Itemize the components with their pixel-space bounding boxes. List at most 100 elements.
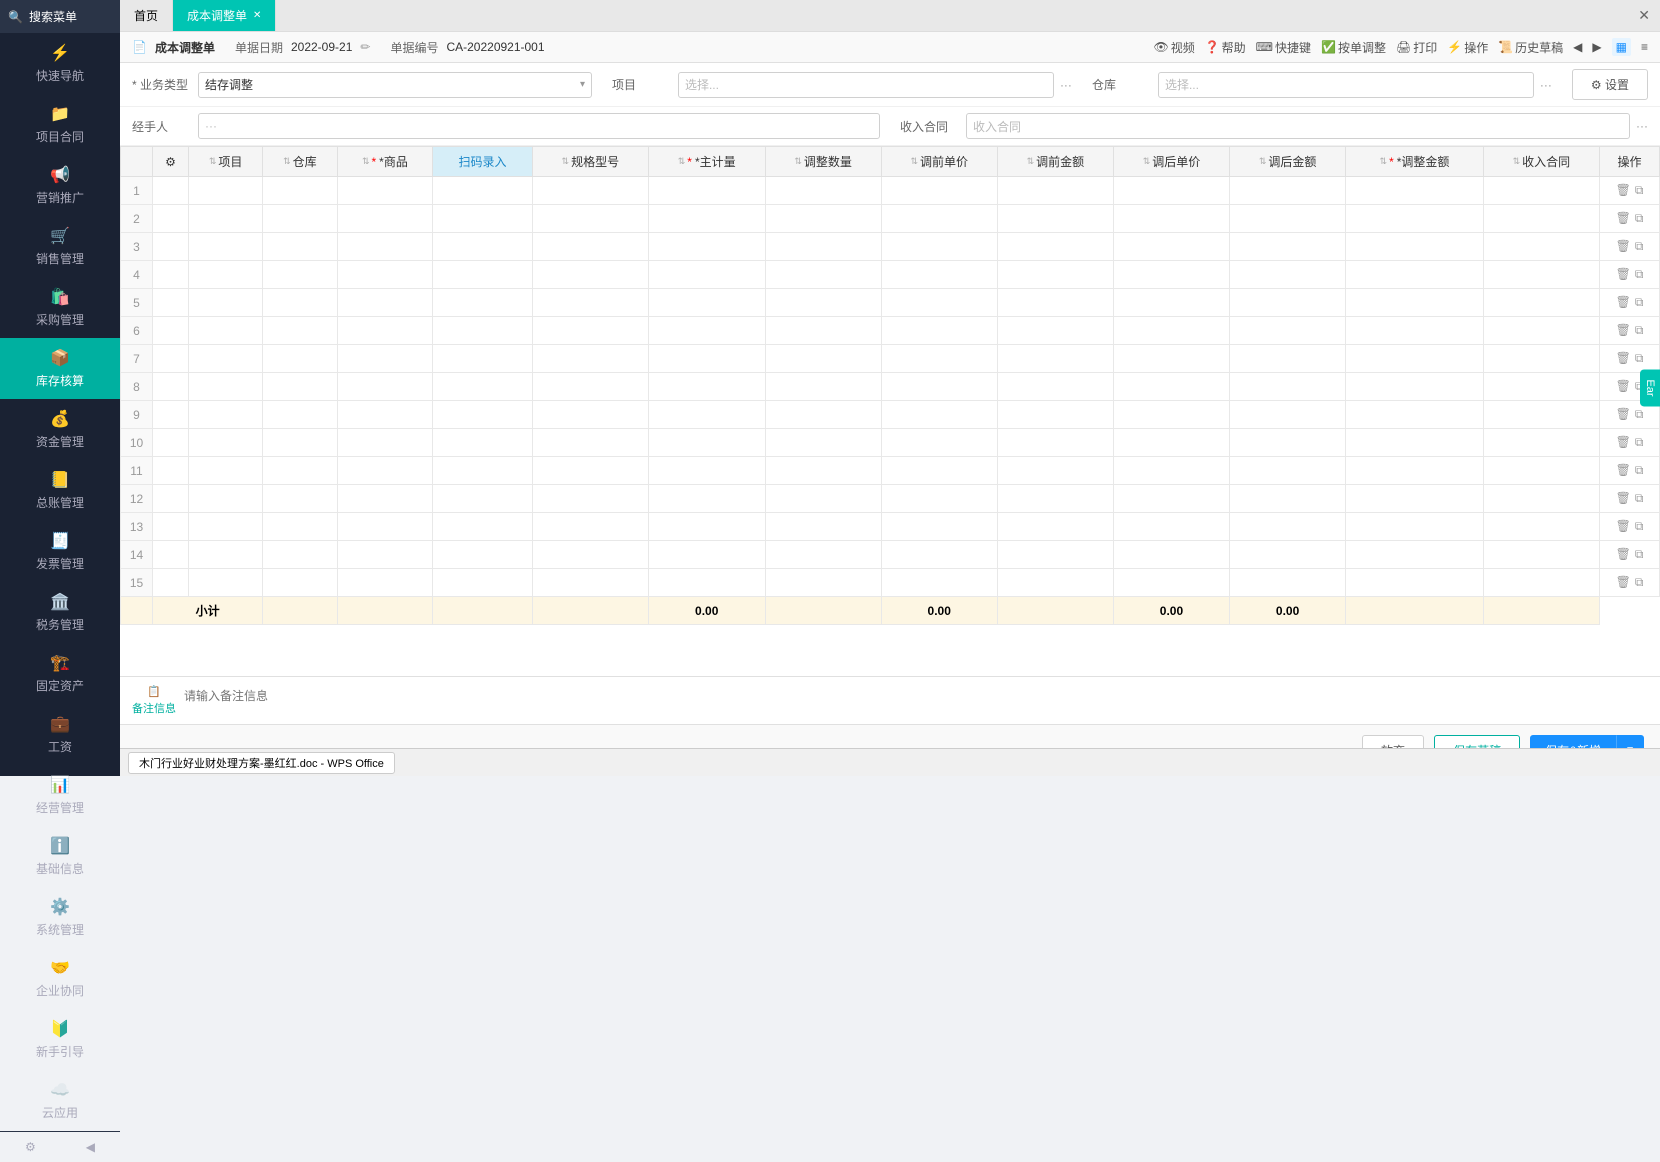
table-cell[interactable] (881, 205, 997, 233)
table-cell[interactable] (1483, 345, 1599, 373)
table-cell[interactable] (263, 541, 337, 569)
table-cell[interactable] (765, 289, 881, 317)
table-cell[interactable] (648, 429, 765, 457)
table-cell[interactable] (1346, 429, 1484, 457)
table-cell[interactable] (1113, 569, 1229, 597)
table-cell[interactable] (153, 233, 189, 261)
copy-row-button[interactable]: ⧉ (1635, 239, 1644, 254)
table-cell[interactable] (881, 317, 997, 345)
warehouse-input[interactable]: 选择... (1158, 72, 1534, 98)
delete-row-button[interactable]: 🗑 (1616, 547, 1631, 562)
table-cell[interactable] (1346, 345, 1484, 373)
table-cell[interactable] (1113, 233, 1229, 261)
table-cell[interactable] (997, 289, 1113, 317)
table-cell[interactable] (433, 317, 532, 345)
table-cell[interactable] (1346, 317, 1484, 345)
table-cell[interactable] (263, 569, 337, 597)
table-cell[interactable] (532, 261, 648, 289)
sidebar-item-inventory[interactable]: 📦 库存核算 (0, 338, 120, 399)
table-cell[interactable] (1230, 569, 1346, 597)
table-cell[interactable] (1113, 513, 1229, 541)
sidebar-item-cloud-apps[interactable]: ☁️ 云应用 (0, 1070, 120, 1131)
table-cell[interactable] (433, 233, 532, 261)
table-cell[interactable] (1346, 233, 1484, 261)
table-cell[interactable] (765, 401, 881, 429)
table-cell[interactable] (1113, 345, 1229, 373)
table-cell[interactable] (1113, 401, 1229, 429)
table-cell[interactable] (153, 205, 189, 233)
table-cell[interactable] (189, 177, 263, 205)
table-cell[interactable] (881, 345, 997, 373)
table-cell[interactable] (648, 513, 765, 541)
table-cell[interactable] (337, 345, 433, 373)
table-cell[interactable] (648, 261, 765, 289)
print-action[interactable]: 🖨 打印 (1396, 39, 1437, 56)
table-cell[interactable] (1230, 345, 1346, 373)
delete-row-button[interactable]: 🗑 (1616, 351, 1631, 366)
table-cell[interactable] (263, 401, 337, 429)
settings-icon[interactable]: ⚙ (25, 1140, 36, 1154)
delete-row-button[interactable]: 🗑 (1616, 183, 1631, 198)
table-cell[interactable] (1346, 569, 1484, 597)
table-cell[interactable] (153, 345, 189, 373)
table-cell[interactable] (765, 317, 881, 345)
table-cell[interactable] (997, 485, 1113, 513)
table-cell[interactable] (1483, 233, 1599, 261)
table-cell[interactable] (433, 457, 532, 485)
table-cell[interactable] (189, 485, 263, 513)
table-cell[interactable] (1230, 485, 1346, 513)
sidebar-item-ops-mgmt[interactable]: 📊 经营管理 (0, 765, 120, 826)
table-cell[interactable] (648, 233, 765, 261)
sidebar-item-invoice-mgmt[interactable]: 🧾 发票管理 (0, 521, 120, 582)
table-cell[interactable] (1483, 541, 1599, 569)
copy-row-button[interactable]: ⧉ (1635, 547, 1644, 562)
project-input[interactable]: 选择... (678, 72, 1054, 98)
table-cell[interactable] (153, 569, 189, 597)
table-cell[interactable] (433, 205, 532, 233)
table-cell[interactable] (337, 569, 433, 597)
table-cell[interactable] (997, 373, 1113, 401)
sidebar-item-capital-mgmt[interactable]: 💰 资金管理 (0, 399, 120, 460)
table-cell[interactable] (1230, 261, 1346, 289)
table-cell[interactable] (263, 317, 337, 345)
table-cell[interactable] (1346, 177, 1484, 205)
table-cell[interactable] (337, 317, 433, 345)
copy-row-button[interactable]: ⧉ (1635, 407, 1644, 422)
table-cell[interactable] (997, 317, 1113, 345)
copy-row-button[interactable]: ⧉ (1635, 183, 1644, 198)
edge-tab-button[interactable]: Ear (1640, 369, 1660, 406)
table-cell[interactable] (263, 485, 337, 513)
table-cell[interactable] (765, 513, 881, 541)
table-cell[interactable] (997, 429, 1113, 457)
copy-row-button[interactable]: ⧉ (1635, 351, 1644, 366)
table-cell[interactable] (337, 457, 433, 485)
table-cell[interactable] (189, 429, 263, 457)
table-cell[interactable] (765, 569, 881, 597)
table-cell[interactable] (765, 485, 881, 513)
table-cell[interactable] (1483, 261, 1599, 289)
table-cell[interactable] (1230, 429, 1346, 457)
table-cell[interactable] (433, 485, 532, 513)
table-cell[interactable] (1346, 401, 1484, 429)
ops-action[interactable]: ⚡ 操作 (1447, 39, 1488, 56)
table-cell[interactable] (881, 429, 997, 457)
table-cell[interactable] (189, 289, 263, 317)
table-cell[interactable] (1483, 569, 1599, 597)
table-cell[interactable] (1230, 513, 1346, 541)
copy-row-button[interactable]: ⧉ (1635, 491, 1644, 506)
table-cell[interactable] (433, 373, 532, 401)
table-cell[interactable] (189, 373, 263, 401)
copy-row-button[interactable]: ⧉ (1635, 575, 1644, 590)
table-cell[interactable] (263, 205, 337, 233)
table-cell[interactable] (532, 429, 648, 457)
remarks-icon[interactable]: 📋 备注信息 (132, 685, 176, 716)
table-cell[interactable] (153, 457, 189, 485)
sidebar-item-sales-promo[interactable]: 📢 营销推广 (0, 155, 120, 216)
handler-input[interactable]: ··· (198, 113, 880, 139)
table-cell[interactable] (881, 401, 997, 429)
table-cell[interactable] (153, 177, 189, 205)
table-cell[interactable] (433, 513, 532, 541)
table-cell[interactable] (648, 401, 765, 429)
table-cell[interactable] (1230, 373, 1346, 401)
table-cell[interactable] (263, 457, 337, 485)
